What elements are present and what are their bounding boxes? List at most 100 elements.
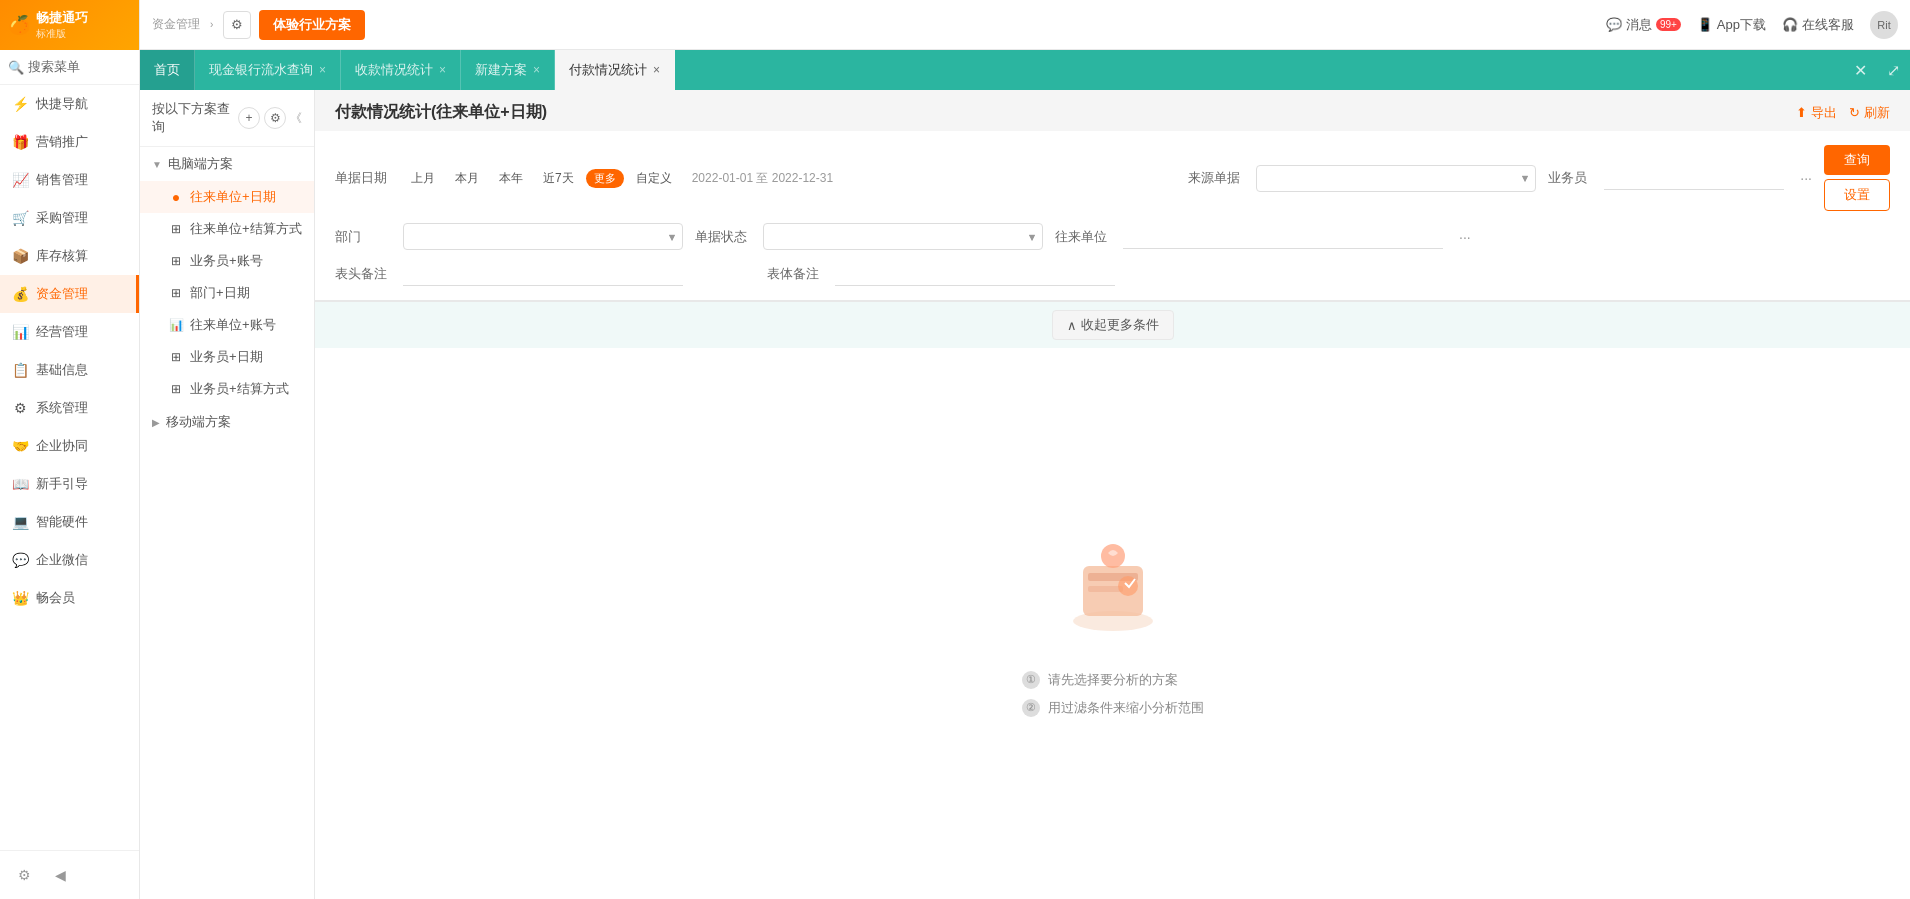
tab-home[interactable]: 首页 — [140, 50, 195, 90]
sidebar-item-label: 营销推广 — [36, 133, 88, 151]
sidebar-item-hardware[interactable]: 💻 智能硬件 — [0, 503, 139, 541]
sidebar-item-inventory[interactable]: 📦 库存核算 — [0, 237, 139, 275]
sidebar-item-system[interactable]: ⚙ 系统管理 — [0, 389, 139, 427]
staff-ellipsis[interactable]: ··· — [1800, 170, 1812, 186]
body-note-input[interactable] — [835, 262, 1115, 286]
scheme-collapse-btn[interactable]: 《 — [290, 110, 302, 127]
sidebar: 🍊 畅捷通巧 标准版 🔍 搜索菜单 ⚡ 快捷导航 🎁 营销推广 📈 销售管理 🛒… — [0, 0, 140, 899]
export-btn[interactable]: ⬆ 导出 — [1796, 104, 1837, 122]
settings-footer-btn[interactable]: ⚙ — [10, 861, 38, 889]
user-avatar[interactable]: Rit — [1870, 11, 1898, 39]
tab-collection-stats[interactable]: 收款情况统计 × — [341, 50, 461, 90]
sidebar-item-finance[interactable]: 💰 资金管理 — [0, 275, 139, 313]
sidebar-item-label: 采购管理 — [36, 209, 88, 227]
doc-status-select[interactable] — [763, 223, 1043, 250]
scheme-group-mobile-header[interactable]: ▶ 移动端方案 — [140, 405, 314, 439]
date-option-custom[interactable]: 自定义 — [628, 167, 680, 190]
date-filter-label: 单据日期 — [335, 169, 391, 187]
breadcrumb-chevron: › — [210, 19, 213, 30]
filter-settings-btn[interactable]: 设置 — [1824, 179, 1890, 211]
date-option-more[interactable]: 更多 — [586, 169, 624, 188]
scheme-item-label: 部门+日期 — [190, 284, 250, 302]
header-note-input[interactable] — [403, 262, 683, 286]
tab-close-all-btn[interactable]: ✕ — [1844, 61, 1877, 80]
sidebar-item-enterprise[interactable]: 🤝 企业协同 — [0, 427, 139, 465]
empty-tips: ① 请先选择要分析的方案 ② 用过滤条件来缩小分析范围 — [1022, 671, 1204, 717]
export-icon: ⬆ — [1796, 105, 1807, 120]
page-content: 按以下方案查询 + ⚙ 《 ▼ 电脑端方案 ● 往来单位+日期 ⊞ — [140, 90, 1910, 899]
refresh-label: 刷新 — [1864, 104, 1890, 122]
scheme-add-btn[interactable]: + — [238, 107, 260, 129]
scheme-item-partner-date[interactable]: ● 往来单位+日期 — [140, 181, 314, 213]
query-btn[interactable]: 查询 — [1824, 145, 1890, 175]
collapse-sidebar-btn[interactable]: ◀ — [46, 861, 74, 889]
collapse-area: ∧ 收起更多条件 — [315, 301, 1910, 348]
scheme-group-pc-header[interactable]: ▼ 电脑端方案 — [140, 147, 314, 181]
dept-select[interactable] — [403, 223, 683, 250]
sidebar-item-label: 库存核算 — [36, 247, 88, 265]
messages-btn[interactable]: 💬 消息 99+ — [1606, 16, 1681, 34]
trial-btn[interactable]: 体验行业方案 — [259, 10, 365, 40]
tab-home-label: 首页 — [154, 61, 180, 79]
sidebar-item-guide[interactable]: 📖 新手引导 — [0, 465, 139, 503]
tip-num-2: ② — [1022, 699, 1040, 717]
logo-icon: 🍊 — [8, 14, 30, 36]
sidebar-header: 🍊 畅捷通巧 标准版 — [0, 0, 139, 50]
source-select[interactable] — [1256, 165, 1536, 192]
sidebar-item-quick-nav[interactable]: ⚡ 快捷导航 — [0, 85, 139, 123]
scheme-item-staff-settlement[interactable]: ⊞ 业务员+结算方式 — [140, 373, 314, 405]
scheme-item-partner-settlement[interactable]: ⊞ 往来单位+结算方式 — [140, 213, 314, 245]
tab-bank-flow[interactable]: 现金银行流水查询 × — [195, 50, 341, 90]
date-option-this-month[interactable]: 本月 — [447, 167, 487, 190]
scheme-item-dept-date[interactable]: ⊞ 部门+日期 — [140, 277, 314, 309]
sidebar-item-marketing[interactable]: 🎁 营销推广 — [0, 123, 139, 161]
sidebar-item-purchase[interactable]: 🛒 采购管理 — [0, 199, 139, 237]
staff-input[interactable] — [1604, 166, 1784, 190]
sidebar-item-wechat[interactable]: 💬 企业微信 — [0, 541, 139, 579]
operations-icon: 📊 — [12, 324, 28, 340]
partner-ellipsis[interactable]: ··· — [1459, 229, 1471, 245]
sidebar-item-label: 畅会员 — [36, 589, 75, 607]
app-download-btn[interactable]: 📱 App下载 — [1697, 16, 1766, 34]
search-menu[interactable]: 🔍 搜索菜单 — [0, 50, 139, 85]
scheme-icon-partner-date: ● — [168, 189, 184, 205]
online-service-btn[interactable]: 🎧 在线客服 — [1782, 16, 1854, 34]
topbar-settings-btn[interactable]: ⚙ — [223, 11, 251, 39]
source-select-wrapper: ▾ — [1256, 165, 1536, 192]
tabbar: 首页 现金银行流水查询 × 收款情况统计 × 新建方案 × 付款情况统计 × ✕… — [140, 50, 1910, 90]
scheme-sidebar: 按以下方案查询 + ⚙ 《 ▼ 电脑端方案 ● 往来单位+日期 ⊞ — [140, 90, 315, 899]
pc-group-label: 电脑端方案 — [168, 155, 233, 173]
filter-actions: 查询 设置 — [1824, 145, 1890, 211]
sidebar-item-label: 经营管理 — [36, 323, 88, 341]
sidebar-item-sales[interactable]: 📈 销售管理 — [0, 161, 139, 199]
tab-collection-stats-close[interactable]: × — [439, 63, 446, 77]
sidebar-item-operations[interactable]: 📊 经营管理 — [0, 313, 139, 351]
wechat-icon: 💬 — [12, 552, 28, 568]
inventory-icon: 📦 — [12, 248, 28, 264]
tab-maximize-btn[interactable]: ⤢ — [1877, 61, 1910, 80]
scheme-item-staff-account[interactable]: ⊞ 业务员+账号 — [140, 245, 314, 277]
scheme-item-staff-date[interactable]: ⊞ 业务员+日期 — [140, 341, 314, 373]
export-label: 导出 — [1811, 104, 1837, 122]
scheme-settings-btn[interactable]: ⚙ — [264, 107, 286, 129]
online-service-label: 在线客服 — [1802, 16, 1854, 34]
tab-new-scheme[interactable]: 新建方案 × — [461, 50, 555, 90]
quick-nav-icon: ⚡ — [12, 96, 28, 112]
tab-payment-stats[interactable]: 付款情况统计 × — [555, 50, 675, 90]
tab-payment-stats-close[interactable]: × — [653, 63, 660, 77]
collapse-conditions-btn[interactable]: ∧ 收起更多条件 — [1052, 310, 1174, 340]
refresh-btn[interactable]: ↻ 刷新 — [1849, 104, 1890, 122]
guide-icon: 📖 — [12, 476, 28, 492]
tab-new-scheme-close[interactable]: × — [533, 63, 540, 77]
sidebar-item-member[interactable]: 👑 畅会员 — [0, 579, 139, 617]
sidebar-item-basic-info[interactable]: 📋 基础信息 — [0, 351, 139, 389]
tab-bank-flow-close[interactable]: × — [319, 63, 326, 77]
sidebar-footer: ⚙ ◀ — [0, 850, 139, 899]
partner-input[interactable] — [1123, 225, 1443, 249]
scheme-header-actions: + ⚙ 《 — [238, 107, 302, 129]
scheme-item-partner-account[interactable]: 📊 往来单位+账号 — [140, 309, 314, 341]
messages-label: 消息 — [1626, 16, 1652, 34]
date-option-last-7days[interactable]: 近7天 — [535, 167, 582, 190]
date-option-last-month[interactable]: 上月 — [403, 167, 443, 190]
date-option-this-year[interactable]: 本年 — [491, 167, 531, 190]
